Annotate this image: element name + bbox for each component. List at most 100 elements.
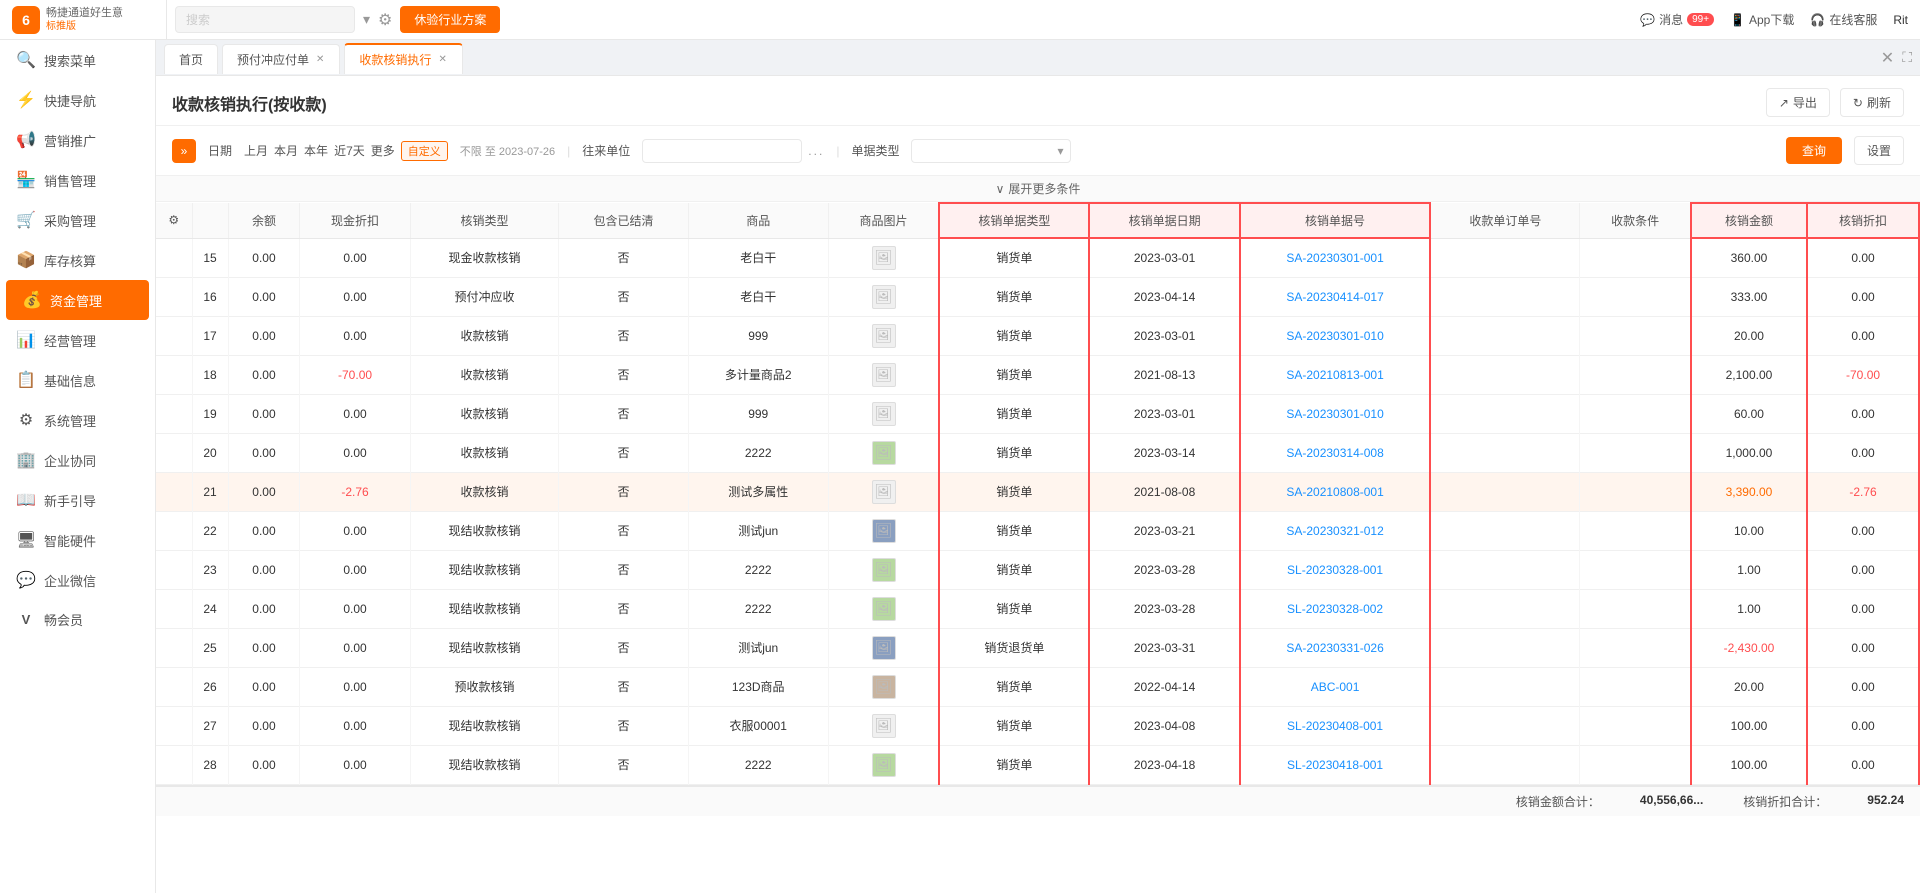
date-opt-7days[interactable]: 近7天 <box>334 142 365 159</box>
sidebar-item-wechat[interactable]: 💬 企业微信 <box>0 560 155 600</box>
sidebar-item-finance[interactable]: 💰 资金管理 <box>6 280 149 320</box>
filter-expand-button[interactable]: » <box>172 139 196 163</box>
td-goods: 多计量商品2 <box>688 355 828 394</box>
table-row: 23 0.00 0.00 现结收款核销 否 2222 🖼 销货单 2023-03… <box>156 550 1919 589</box>
td-bill-no[interactable]: ABC-001 <box>1240 667 1431 706</box>
td-bill-no[interactable]: SA-20230321-012 <box>1240 511 1431 550</box>
date-opt-last-month[interactable]: 上月 <box>244 142 268 159</box>
settings-button[interactable]: 设置 <box>1854 136 1904 165</box>
sidebar-item-enterprise[interactable]: 🏢 企业协同 <box>0 440 155 480</box>
td-bill-date: 2023-03-01 <box>1089 394 1239 433</box>
sidebar-item-guide[interactable]: 📖 新手引导 <box>0 480 155 520</box>
export-button[interactable]: ↗ 导出 <box>1766 88 1830 117</box>
td-bill-no[interactable]: SL-20230418-001 <box>1240 745 1431 784</box>
bill-no-link[interactable]: SA-20230301-010 <box>1286 329 1383 343</box>
close-window-icon[interactable]: ✕ <box>1881 48 1894 68</box>
goods-image: 🖼 <box>872 675 896 699</box>
bill-no-link[interactable]: SL-20230418-001 <box>1287 758 1383 772</box>
bill-no-link[interactable]: SA-20230414-017 <box>1286 290 1383 304</box>
sidebar-item-member[interactable]: V 畅会员 <box>0 600 155 639</box>
bill-no-link[interactable]: ABC-001 <box>1311 680 1360 694</box>
industry-solution-button[interactable]: 休验行业方案 <box>400 6 500 33</box>
td-goods-img: 🖼 <box>828 355 939 394</box>
sidebar-item-basic[interactable]: 📋 基础信息 <box>0 360 155 400</box>
settings-col-icon: ⚙ <box>168 213 179 227</box>
bill-no-link[interactable]: SA-20210808-001 <box>1286 485 1383 499</box>
td-bill-no[interactable]: SA-20230301-010 <box>1240 394 1431 433</box>
td-bill-date: 2023-03-14 <box>1089 433 1239 472</box>
td-bill-no[interactable]: SL-20230408-001 <box>1240 706 1431 745</box>
query-button[interactable]: 查询 <box>1786 137 1842 164</box>
messages-action[interactable]: 💬 消息 99+ <box>1640 11 1714 28</box>
td-balance: 0.00 <box>228 316 300 355</box>
basic-icon: 📋 <box>16 370 36 390</box>
td-balance: 0.00 <box>228 472 300 511</box>
table-container[interactable]: ⚙ 余额 现金折扣 核销类型 包含已结清 商品 商品图片 核销单据类型 核销单据… <box>156 202 1920 893</box>
date-custom-badge[interactable]: 自定义 <box>401 141 448 161</box>
table-row: 19 0.00 0.00 收款核销 否 999 🖼 销货单 2023-03-01… <box>156 394 1919 433</box>
td-bill-no[interactable]: SA-20230331-026 <box>1240 628 1431 667</box>
sidebar-item-smart[interactable]: 🖥 智能硬件 <box>0 520 155 560</box>
td-bill-no[interactable]: SL-20230328-002 <box>1240 589 1431 628</box>
tab-home[interactable]: 首页 <box>164 44 218 74</box>
td-bill-no[interactable]: SA-20230314-008 <box>1240 433 1431 472</box>
maximize-icon[interactable]: ⛶ <box>1902 49 1912 66</box>
td-writeoff-type: 现结收款核销 <box>410 706 559 745</box>
th-writeoff-amount: 核销金额 <box>1691 203 1807 238</box>
bill-no-link[interactable]: SA-20230314-008 <box>1286 446 1383 460</box>
td-bill-no[interactable]: SA-20210813-001 <box>1240 355 1431 394</box>
sidebar-item-inventory[interactable]: 📦 库存核算 <box>0 240 155 280</box>
single-type-select[interactable] <box>911 139 1071 163</box>
user-action[interactable]: Rit <box>1893 13 1908 27</box>
td-bill-no[interactable]: SA-20230414-017 <box>1240 277 1431 316</box>
sidebar-item-quick-nav[interactable]: ⚡ 快捷导航 <box>0 80 155 120</box>
date-opt-this-year[interactable]: 本年 <box>304 142 328 159</box>
from-unit-input[interactable] <box>642 139 802 163</box>
td-goods-img: 🖼 <box>828 550 939 589</box>
th-writeoff-type: 核销类型 <box>410 203 559 238</box>
bill-no-link[interactable]: SA-20210813-001 <box>1286 368 1383 382</box>
top-search-box[interactable]: 搜索 <box>175 6 355 33</box>
refresh-button[interactable]: ↻ 刷新 <box>1840 88 1904 117</box>
expand-more-label: 展开更多条件 <box>1008 180 1080 197</box>
app-download-action[interactable]: 📱 App下载 <box>1730 11 1794 28</box>
td-bill-no[interactable]: SA-20230301-010 <box>1240 316 1431 355</box>
bill-no-link[interactable]: SA-20230321-012 <box>1286 524 1383 538</box>
date-opt-this-month[interactable]: 本月 <box>274 142 298 159</box>
sidebar-item-marketing[interactable]: 📢 营销推广 <box>0 120 155 160</box>
date-opt-more[interactable]: 更多 <box>371 142 395 159</box>
td-bill-type: 销货单 <box>939 238 1089 277</box>
sidebar-item-search-menu[interactable]: 🔍 搜索菜单 <box>0 40 155 80</box>
bill-no-link[interactable]: SL-20230328-002 <box>1287 602 1383 616</box>
content-area: 首页 预付冲应付单 ✕ 收款核销执行 ✕ ✕ ⛶ 收款核销执行(按收款) <box>156 40 1920 893</box>
from-unit-dots: ... <box>808 144 824 158</box>
sidebar-item-system[interactable]: ⚙ 系统管理 <box>0 400 155 440</box>
sidebar-item-purchase[interactable]: 🛒 采购管理 <box>0 200 155 240</box>
td-included: 否 <box>559 667 688 706</box>
tab-prepay[interactable]: 预付冲应付单 ✕ <box>222 44 340 74</box>
td-settings <box>156 433 192 472</box>
refresh-icon: ↻ <box>1853 96 1863 110</box>
sidebar-item-operations[interactable]: 📊 经营管理 <box>0 320 155 360</box>
expand-more-bar[interactable]: ∨ 展开更多条件 <box>156 176 1920 202</box>
tab-writeoff-close[interactable]: ✕ <box>437 53 447 66</box>
bill-no-link[interactable]: SA-20230301-001 <box>1286 251 1383 265</box>
tab-prepay-close[interactable]: ✕ <box>315 53 325 66</box>
td-bill-no[interactable]: SA-20210808-001 <box>1240 472 1431 511</box>
td-bill-no[interactable]: SA-20230301-001 <box>1240 238 1431 277</box>
user-text: Rit <box>1893 13 1908 27</box>
bill-no-link[interactable]: SA-20230301-010 <box>1286 407 1383 421</box>
td-bill-type: 销货单 <box>939 745 1089 784</box>
td-seq: 28 <box>192 745 228 784</box>
th-settings[interactable]: ⚙ <box>156 203 192 238</box>
tab-writeoff[interactable]: 收款核销执行 ✕ <box>344 43 462 74</box>
td-bill-no[interactable]: SL-20230328-001 <box>1240 550 1431 589</box>
sidebar-item-label: 搜索菜单 <box>44 51 96 70</box>
online-service-action[interactable]: 🎧 在线客服 <box>1810 11 1877 28</box>
td-settings <box>156 589 192 628</box>
sidebar-item-sales[interactable]: 🏪 销售管理 <box>0 160 155 200</box>
bill-no-link[interactable]: SA-20230331-026 <box>1286 641 1383 655</box>
bill-no-link[interactable]: SL-20230328-001 <box>1287 563 1383 577</box>
gear-icon[interactable]: ⚙ <box>378 10 392 30</box>
bill-no-link[interactable]: SL-20230408-001 <box>1287 719 1383 733</box>
